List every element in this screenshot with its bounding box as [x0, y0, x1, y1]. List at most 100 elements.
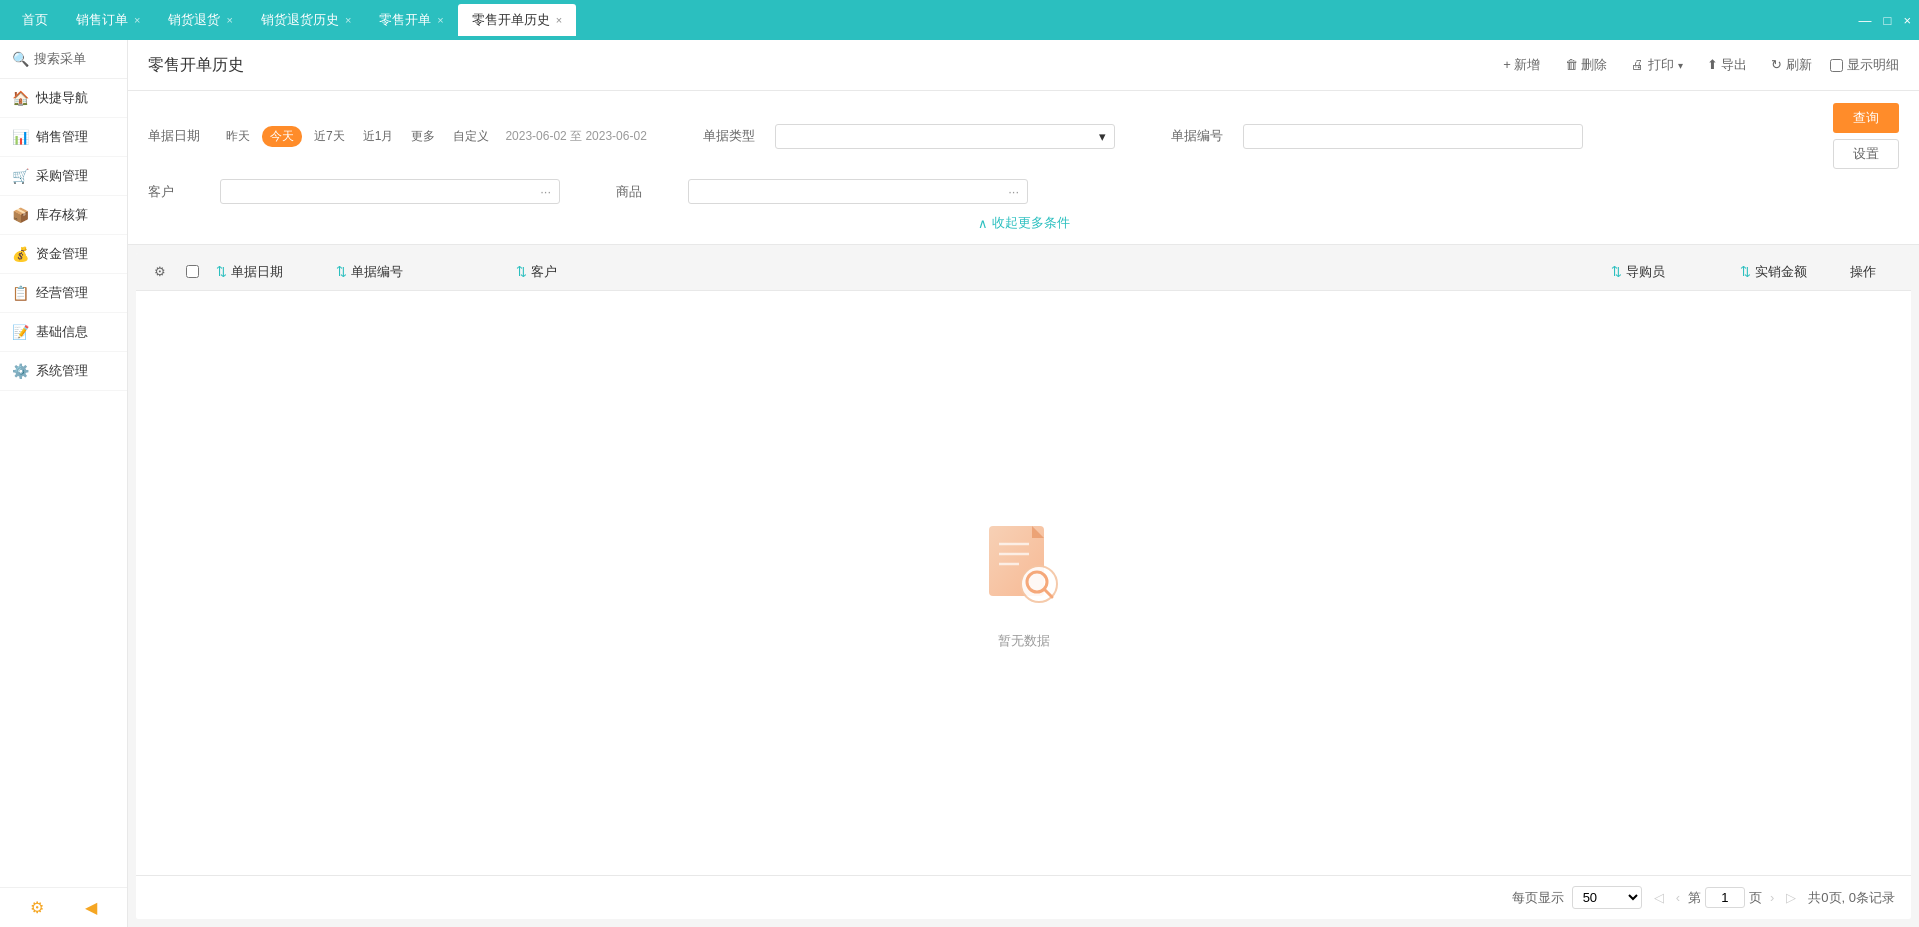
sort-date-icon[interactable]: ⇅ — [216, 264, 227, 279]
filter-area: 单据日期 昨天 今天 近7天 近1月 更多 自定义 2023-06-02 至 2… — [128, 91, 1919, 245]
page-size-select[interactable]: 50 20 100 200 — [1572, 886, 1642, 909]
setting-button[interactable]: 设置 — [1833, 139, 1899, 169]
export-button[interactable]: ⬆ 导出 — [1701, 52, 1754, 78]
print-dropdown-icon: ▾ — [1678, 60, 1683, 71]
table-header: ⚙ ⇅ 单据日期 ⇅ 单据编号 ⇅ 客户 ⇅ — [136, 253, 1911, 291]
sidebar-item-sales-mgmt[interactable]: 📊 销售管理 — [0, 118, 127, 157]
query-button[interactable]: 查询 — [1833, 103, 1899, 133]
close-tab-retail-open-history[interactable]: × — [556, 14, 562, 26]
tab-home[interactable]: 首页 — [8, 4, 62, 36]
refresh-button[interactable]: ↻ 刷新 — [1765, 52, 1818, 78]
table-settings-icon[interactable]: ⚙ — [144, 264, 176, 279]
toolbar: + 新增 🗑 删除 🖨 打印 ▾ ⬆ 导出 ↻ 刷新 显示明细 — [1497, 52, 1899, 78]
th-amount: ⇅ 实销金额 — [1723, 263, 1823, 281]
settings-gear-icon[interactable]: ⚙ — [30, 898, 44, 917]
th-ops: 操作 — [1823, 263, 1903, 281]
date-label: 单据日期 — [148, 127, 204, 145]
tab-sales-return-history[interactable]: 销货退货历史 × — [247, 4, 365, 36]
page-header: 零售开单历史 + 新增 🗑 删除 🖨 打印 ▾ ⬆ 导出 ↻ 刷新 — [128, 40, 1919, 91]
date-btn-more[interactable]: 更多 — [405, 126, 441, 147]
page-nav: ◁ ‹ 第 1 页 › ▷ — [1650, 887, 1801, 908]
content-area: 零售开单历史 + 新增 🗑 删除 🖨 打印 ▾ ⬆ 导出 ↻ 刷新 — [128, 40, 1919, 927]
sort-customer-icon[interactable]: ⇅ — [516, 264, 527, 279]
basic-info-icon: 📝 — [12, 324, 28, 340]
doc-num-label: 单据编号 — [1171, 127, 1227, 145]
main-layout: 🔍 搜索采单 🏠 快捷导航 📊 销售管理 🛒 采购管理 📦 库存核算 💰 资金管… — [0, 40, 1919, 927]
add-button[interactable]: + 新增 — [1497, 52, 1546, 78]
first-page-button[interactable]: ◁ — [1650, 888, 1668, 907]
system-icon: ⚙️ — [12, 363, 28, 379]
filter-row-1: 单据日期 昨天 今天 近7天 近1月 更多 自定义 2023-06-02 至 2… — [148, 103, 1899, 169]
empty-icon — [974, 516, 1074, 616]
customer-input[interactable]: ··· — [220, 179, 560, 204]
page-label: 第 — [1688, 889, 1701, 907]
pagination: 每页显示 50 20 100 200 ◁ ‹ 第 1 页 › ▷ 共0页, 0条… — [136, 875, 1911, 919]
sort-guide-icon[interactable]: ⇅ — [1611, 264, 1622, 279]
doc-type-label: 单据类型 — [703, 127, 759, 145]
show-detail-checkbox-label[interactable]: 显示明细 — [1830, 56, 1899, 74]
per-page-label: 每页显示 — [1512, 889, 1564, 907]
sidebar-item-quick-nav[interactable]: 🏠 快捷导航 — [0, 79, 127, 118]
sidebar-item-finance[interactable]: 💰 资金管理 — [0, 235, 127, 274]
tab-sales-order[interactable]: 销售订单 × — [62, 4, 154, 36]
empty-state-svg — [974, 516, 1074, 616]
tab-retail-open-history[interactable]: 零售开单历史 × — [458, 4, 576, 36]
page-number-input[interactable]: 1 — [1705, 887, 1745, 908]
goods-input[interactable]: ··· — [688, 179, 1028, 204]
next-page-button[interactable]: › — [1766, 888, 1778, 907]
th-customer: ⇅ 客户 — [508, 263, 1603, 281]
doc-type-select[interactable]: ▾ — [775, 124, 1115, 149]
sidebar-item-ops-mgmt[interactable]: 📋 经营管理 — [0, 274, 127, 313]
tab-retail-open[interactable]: 零售开单 × — [365, 4, 457, 36]
collapse-more-btn[interactable]: ∧ 收起更多条件 — [148, 214, 1899, 232]
empty-state: 暂无数据 — [136, 291, 1911, 875]
sidebar-item-basic-info[interactable]: 📝 基础信息 — [0, 313, 127, 352]
minimize-button[interactable]: — — [1859, 13, 1872, 28]
doc-type-dropdown-icon: ▾ — [1099, 129, 1106, 144]
show-detail-checkbox[interactable] — [1830, 59, 1843, 72]
date-shortcuts: 昨天 今天 近7天 近1月 更多 自定义 2023-06-02 至 2023-0… — [220, 126, 647, 147]
sidebar-item-purchase-mgmt[interactable]: 🛒 采购管理 — [0, 157, 127, 196]
table-area: ⚙ ⇅ 单据日期 ⇅ 单据编号 ⇅ 客户 ⇅ — [136, 253, 1911, 919]
delete-button[interactable]: 🗑 删除 — [1559, 52, 1614, 78]
inventory-icon: 📦 — [12, 207, 28, 223]
date-btn-custom[interactable]: 自定义 — [447, 126, 495, 147]
th-guide: ⇅ 导购员 — [1603, 263, 1723, 281]
close-tab-sales-order[interactable]: × — [134, 14, 140, 26]
date-btn-1month[interactable]: 近1月 — [357, 126, 400, 147]
sort-num-icon[interactable]: ⇅ — [336, 264, 347, 279]
last-page-button[interactable]: ▷ — [1782, 888, 1800, 907]
close-tab-retail-open[interactable]: × — [437, 14, 443, 26]
prev-page-button[interactable]: ‹ — [1672, 888, 1684, 907]
chevron-up-icon: ∧ — [978, 216, 988, 231]
table-select-all-checkbox[interactable] — [176, 265, 208, 278]
page-title: 零售开单历史 — [148, 55, 244, 76]
page-total: 共0页, 0条记录 — [1808, 889, 1895, 907]
sidebar: 🔍 搜索采单 🏠 快捷导航 📊 销售管理 🛒 采购管理 📦 库存核算 💰 资金管… — [0, 40, 128, 927]
close-tab-sales-return-history[interactable]: × — [345, 14, 351, 26]
close-window-button[interactable]: × — [1903, 13, 1911, 28]
close-tab-sales-return[interactable]: × — [226, 14, 232, 26]
sort-amount-icon[interactable]: ⇅ — [1740, 264, 1751, 279]
date-btn-7days[interactable]: 近7天 — [308, 126, 351, 147]
customer-label: 客户 — [148, 183, 204, 201]
query-btn-group: 查询 设置 — [1833, 103, 1899, 169]
sidebar-collapse-icon[interactable]: ◀ — [85, 898, 97, 917]
th-date: ⇅ 单据日期 — [208, 263, 328, 281]
finance-icon: 💰 — [12, 246, 28, 262]
page-suffix: 页 — [1749, 889, 1762, 907]
purchase-mgmt-icon: 🛒 — [12, 168, 28, 184]
date-btn-today[interactable]: 今天 — [262, 126, 302, 147]
sidebar-item-system[interactable]: ⚙️ 系统管理 — [0, 352, 127, 391]
sidebar-search[interactable]: 🔍 搜索采单 — [0, 40, 127, 79]
sales-mgmt-icon: 📊 — [12, 129, 28, 145]
ops-mgmt-icon: 📋 — [12, 285, 28, 301]
tab-sales-return[interactable]: 销货退货 × — [154, 4, 246, 36]
date-btn-yesterday[interactable]: 昨天 — [220, 126, 256, 147]
sidebar-bottom: ⚙ ◀ — [0, 887, 127, 927]
search-icon: 🔍 — [12, 51, 28, 67]
print-button[interactable]: 🖨 打印 ▾ — [1625, 52, 1689, 78]
restore-button[interactable]: □ — [1884, 13, 1892, 28]
doc-num-input[interactable] — [1243, 124, 1583, 149]
sidebar-item-inventory[interactable]: 📦 库存核算 — [0, 196, 127, 235]
